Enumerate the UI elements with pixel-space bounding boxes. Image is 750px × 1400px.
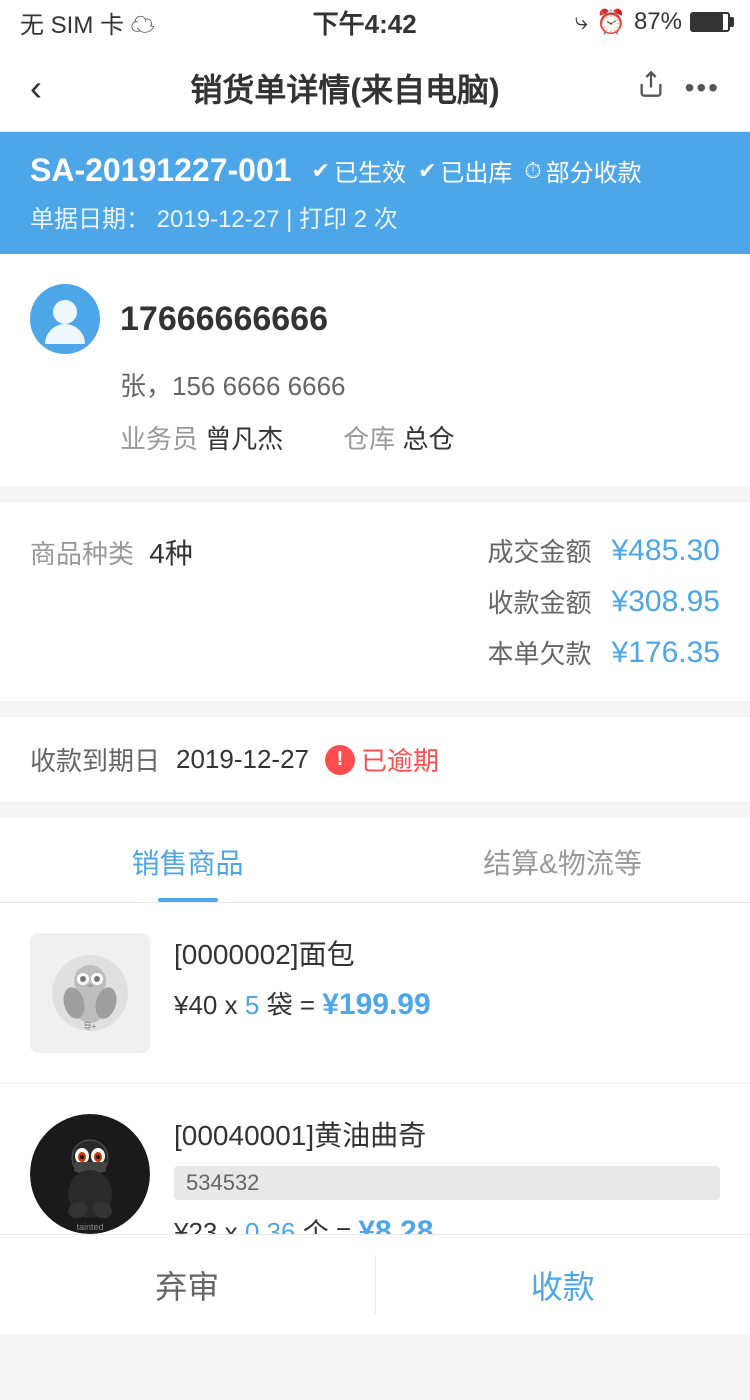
overdue-icon: ! bbox=[325, 745, 355, 775]
svg-text:导+: 导+ bbox=[84, 1022, 97, 1031]
tab-sales-products[interactable]: 销售商品 bbox=[0, 818, 375, 902]
transaction-label: 成交金额 bbox=[488, 532, 592, 569]
product-thumb-1: 导+ bbox=[30, 933, 150, 1053]
confirm-button[interactable]: 收款 bbox=[376, 1235, 750, 1334]
product-price-1: ¥40 x 5 袋 = ¥199.99 bbox=[174, 985, 720, 1022]
battery-icon bbox=[690, 12, 730, 32]
banner-date: 单据日期： 2019-12-27 | 打印 2 次 bbox=[30, 199, 720, 234]
svg-text:tainted: tainted bbox=[76, 1222, 103, 1232]
check-icon-1: ✔ bbox=[312, 158, 330, 184]
collection-label: 收款金额 bbox=[488, 583, 592, 620]
tab-settlement-logistics[interactable]: 结算&物流等 bbox=[375, 818, 750, 902]
header-banner: SA-20191227-001 ✔ 已生效 ✔ 已出库 ⏱ 部分收款 单据日期：… bbox=[0, 132, 750, 254]
stats-section: 商品种类 4种 成交金额 ¥485.30 收款金额 ¥308.95 本单欠款 ¥… bbox=[0, 502, 750, 701]
sales-label: 业务员 bbox=[120, 424, 198, 454]
location-icon: ⤷ bbox=[575, 8, 588, 36]
status-time: 下午4:42 bbox=[313, 4, 417, 41]
status-shipped: ✔ 已出库 bbox=[418, 153, 512, 188]
product-info-1: [0000002]面包 ¥40 x 5 袋 = ¥199.99 bbox=[174, 933, 720, 1022]
status-partial-payment: ⏱ 部分收款 bbox=[524, 153, 641, 188]
collection-amount-row: 收款金额 ¥308.95 bbox=[488, 583, 720, 620]
customer-contact: 张，156 6666 6666 bbox=[30, 366, 720, 403]
more-icon[interactable]: ••• bbox=[685, 72, 720, 104]
nav-bar: ‹ 销货单详情(来自电脑) ••• bbox=[0, 44, 750, 132]
product-name-1: [0000002]面包 bbox=[174, 933, 720, 973]
warehouse-value: 总仓 bbox=[403, 424, 455, 454]
warehouse-label: 仓库 bbox=[343, 424, 395, 454]
customer-section: 17666666666 张，156 6666 6666 业务员 曾凡杰 仓库 总… bbox=[0, 254, 750, 486]
customer-meta: 业务员 曾凡杰 仓库 总仓 bbox=[30, 419, 720, 456]
status-tags: ✔ 已生效 ✔ 已出库 ⏱ 部分收款 bbox=[312, 153, 642, 188]
product-types-item: 商品种类 4种 bbox=[30, 532, 193, 572]
share-icon[interactable] bbox=[637, 69, 665, 106]
tabs-bar: 销售商品 结算&物流等 bbox=[0, 818, 750, 903]
transaction-amount-row: 成交金额 ¥485.30 bbox=[488, 532, 720, 569]
debt-amount-row: 本单欠款 ¥176.35 bbox=[488, 634, 720, 671]
cancel-button[interactable]: 弃审 bbox=[0, 1235, 375, 1334]
debt-label: 本单欠款 bbox=[488, 634, 592, 671]
check-icon-2: ✔ bbox=[418, 158, 436, 184]
bottom-bar: 弃审 收款 bbox=[0, 1234, 750, 1334]
battery-status: 87% bbox=[634, 8, 682, 36]
product-tag-2: 534532 bbox=[174, 1166, 720, 1200]
product-total-1: ¥199.99 bbox=[322, 988, 430, 1021]
due-label: 收款到期日 bbox=[30, 741, 160, 778]
product-thumb-2: tainted bbox=[30, 1114, 150, 1234]
page-title: 销货单详情(来自电脑) bbox=[90, 65, 600, 111]
sales-value: 曾凡杰 bbox=[205, 424, 283, 454]
back-button[interactable]: ‹ bbox=[30, 67, 90, 109]
order-id: SA-20191227-001 bbox=[30, 152, 292, 189]
customer-id: 17666666666 bbox=[120, 300, 328, 339]
due-date-value: 2019-12-27 bbox=[176, 744, 309, 775]
sim-status: 无 SIM 卡 ☁ bbox=[20, 5, 155, 40]
nav-actions: ••• bbox=[600, 69, 720, 106]
stats-left: 商品种类 4种 bbox=[30, 532, 193, 572]
product-types-value: 4种 bbox=[149, 538, 193, 569]
clock-icon: ⏱ bbox=[524, 158, 541, 184]
status-left: 无 SIM 卡 ☁ bbox=[20, 5, 155, 40]
overdue-text: 已逾期 bbox=[361, 741, 439, 778]
debt-amount: ¥176.35 bbox=[612, 636, 720, 670]
avatar bbox=[30, 284, 100, 354]
product-name-2: [00040001]黄油曲奇 bbox=[174, 1114, 720, 1154]
transaction-amount: ¥485.30 bbox=[612, 534, 720, 568]
product-info-2: [00040001]黄油曲奇 534532 ¥23 x 0.36 个 = ¥8.… bbox=[174, 1114, 720, 1249]
product-item-1: 导+ [0000002]面包 ¥40 x 5 袋 = ¥199.99 bbox=[0, 903, 750, 1084]
product-types-label: 商品种类 bbox=[30, 539, 134, 569]
status-right: ⤷ ⏰ 87% bbox=[575, 8, 730, 37]
overdue-badge: ! 已逾期 bbox=[325, 741, 439, 778]
collection-amount: ¥308.95 bbox=[612, 585, 720, 619]
product-qty-1: 5 bbox=[245, 990, 259, 1020]
due-date-section: 收款到期日 2019-12-27 ! 已逾期 bbox=[0, 717, 750, 802]
status-effective: ✔ 已生效 bbox=[312, 153, 406, 188]
status-bar: 无 SIM 卡 ☁ 下午4:42 ⤷ ⏰ 87% bbox=[0, 0, 750, 44]
product-list: 导+ [0000002]面包 ¥40 x 5 袋 = ¥199.99 bbox=[0, 903, 750, 1280]
alarm-icon: ⏰ bbox=[596, 8, 626, 37]
stats-right: 成交金额 ¥485.30 收款金额 ¥308.95 本单欠款 ¥176.35 bbox=[488, 532, 720, 671]
